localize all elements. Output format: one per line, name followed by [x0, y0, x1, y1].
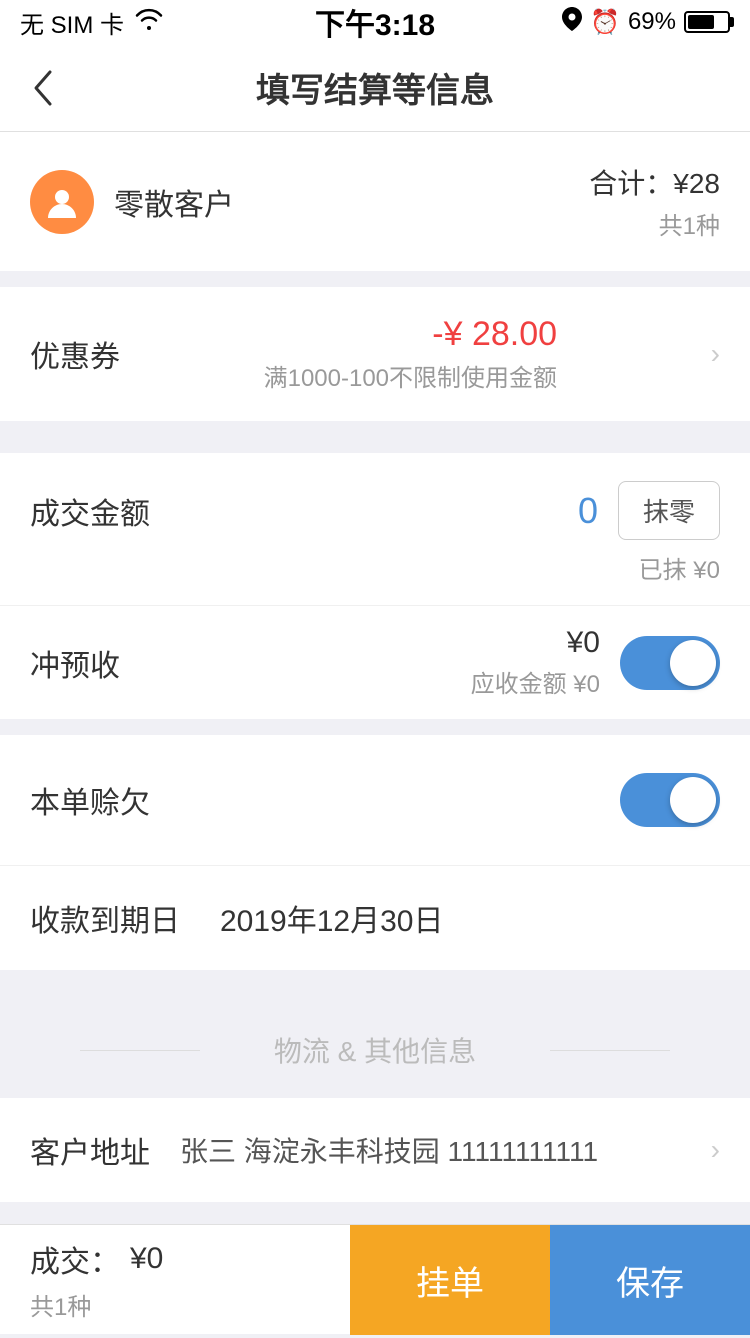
advance-right: ¥0 应收金额 ¥0 [471, 626, 720, 699]
status-bar-right: ⏰ 69% [562, 7, 730, 38]
logistics-header: 物流 & 其他信息 [0, 1002, 750, 1098]
customer-avatar [30, 170, 94, 234]
deal-value: 0 [578, 490, 598, 532]
bottom-deal-value: ¥0 [130, 1242, 163, 1276]
page-title: 填写结算等信息 [256, 63, 494, 112]
due-value: 2019年12月30日 [220, 896, 443, 940]
address-row[interactable]: 客户地址 张三 海淀永丰科技园 11111111111 › [0, 1098, 750, 1202]
bottom-deal: 成交： ¥0 [30, 1237, 320, 1281]
coupon-label: 优惠券 [30, 332, 120, 376]
credit-section: 本单赊欠 收款到期日 2019年12月30日 [0, 735, 750, 970]
coupon-desc: 满1000-100不限制使用金额 [264, 358, 557, 393]
customer-total-area: 合计：¥28 共1种 [589, 162, 720, 241]
bottom-bar: 成交： ¥0 共1种 挂单 保存 [0, 1224, 750, 1334]
address-value: 张三 海淀永丰科技园 11111111111 [180, 1130, 701, 1170]
customer-name: 零散客户 [114, 180, 234, 224]
carrier-text: 无 SIM 卡 [20, 5, 124, 40]
chevron-right-icon: › [711, 338, 720, 370]
credit-toggle-knob [670, 777, 716, 823]
hang-button[interactable]: 挂单 [350, 1225, 550, 1335]
battery-icon [684, 11, 730, 33]
bottom-deal-label: 成交： [30, 1237, 120, 1281]
status-bar-time: 下午3:18 [315, 0, 435, 44]
wifi-icon [134, 8, 164, 37]
address-section: 客户地址 张三 海淀永丰科技园 11111111111 › [0, 1098, 750, 1202]
deal-right: 0 抹零 [578, 481, 720, 540]
bottom-count: 共1种 [30, 1287, 320, 1322]
nav-bar: 填写结算等信息 [0, 44, 750, 132]
coupon-right: -¥ 28.00 满1000-100不限制使用金额 [264, 315, 557, 393]
due-date-row: 收款到期日 2019年12月30日 [0, 865, 750, 970]
customer-total: 合计：¥28 [589, 162, 720, 202]
location-icon [562, 7, 582, 38]
customer-info: 零散客户 [30, 170, 234, 234]
coupon-row[interactable]: 优惠券 -¥ 28.00 满1000-100不限制使用金额 › [0, 287, 750, 421]
customer-row: 零散客户 合计：¥28 共1种 [0, 132, 750, 271]
battery-text: 69% [628, 8, 676, 36]
logistics-title: 物流 & 其他信息 [274, 1036, 476, 1067]
save-button[interactable]: 保存 [550, 1225, 750, 1335]
status-bar-left: 无 SIM 卡 [20, 5, 164, 40]
coupon-amount: -¥ 28.00 [264, 315, 557, 354]
credit-row: 本单赊欠 [0, 735, 750, 865]
deal-sub: 已抹 ¥0 [0, 550, 750, 605]
round-button[interactable]: 抹零 [618, 481, 720, 540]
deal-label: 成交金额 [30, 489, 150, 533]
due-label: 收款到期日 [30, 896, 180, 940]
address-chevron-icon: › [711, 1134, 720, 1166]
divider-2 [0, 719, 750, 735]
bottom-info: 成交： ¥0 共1种 [0, 1225, 350, 1334]
advance-toggle[interactable] [620, 636, 720, 690]
advance-row: 冲预收 ¥0 应收金额 ¥0 [0, 605, 750, 719]
back-button[interactable] [30, 68, 54, 108]
customer-section: 零散客户 合计：¥28 共1种 [0, 132, 750, 271]
credit-toggle[interactable] [620, 773, 720, 827]
content: 零散客户 合计：¥28 共1种 优惠券 -¥ 28.00 满1000-100不限… [0, 132, 750, 1338]
status-bar: 无 SIM 卡 下午3:18 ⏰ 69% [0, 0, 750, 44]
alarm-icon: ⏰ [590, 8, 620, 37]
coupon-section: 优惠券 -¥ 28.00 满1000-100不限制使用金额 › [0, 287, 750, 421]
advance-values: ¥0 应收金额 ¥0 [471, 626, 600, 699]
address-label: 客户地址 [30, 1128, 150, 1172]
advance-sub: 应收金额 ¥0 [471, 664, 600, 699]
advance-label: 冲预收 [30, 641, 120, 685]
divider-1 [0, 437, 750, 453]
divider-3 [0, 986, 750, 1002]
advance-amount: ¥0 [471, 626, 600, 660]
toggle-knob [670, 640, 716, 686]
deal-amount-row: 成交金额 0 抹零 [0, 453, 750, 550]
customer-count: 共1种 [589, 206, 720, 241]
deal-section: 成交金额 0 抹零 已抹 ¥0 冲预收 ¥0 应收金额 ¥0 [0, 453, 750, 719]
credit-label: 本单赊欠 [30, 778, 150, 822]
